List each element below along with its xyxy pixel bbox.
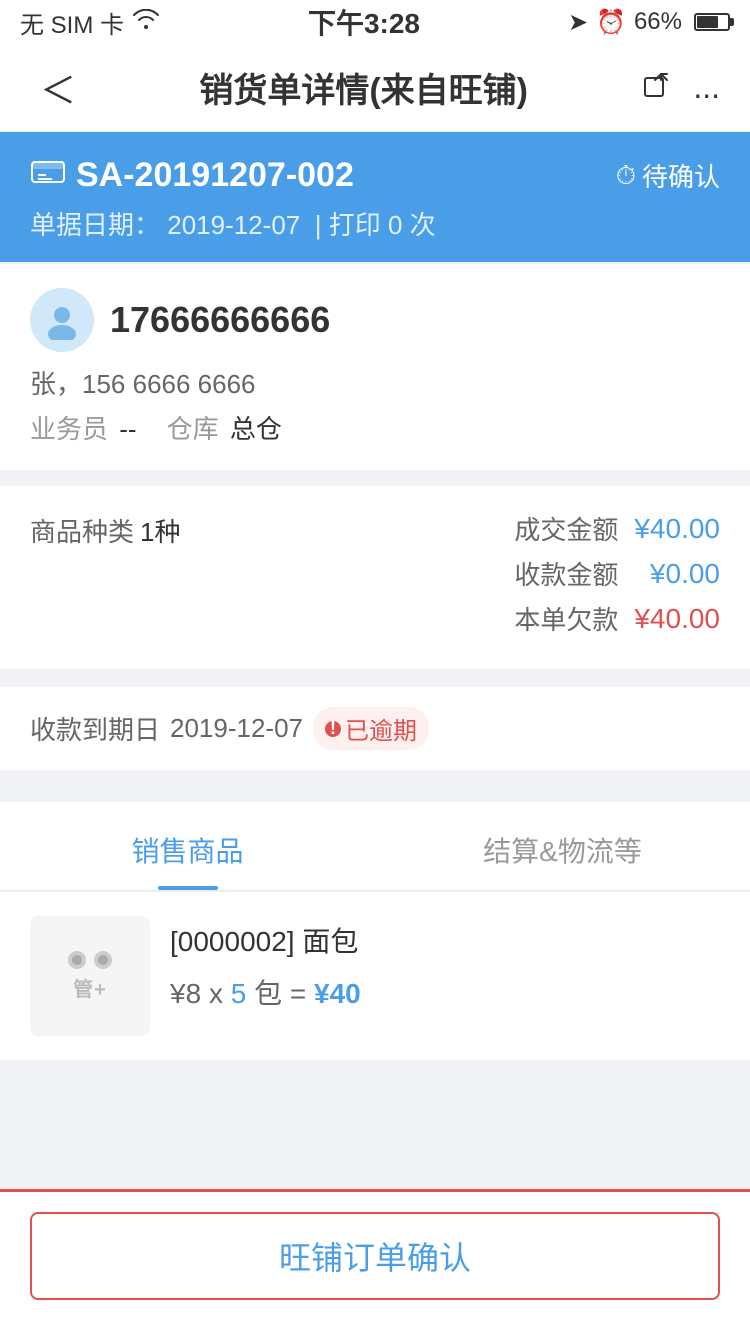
wifi-icon (132, 8, 160, 36)
customer-name: 张，156 6666 6666 (30, 364, 720, 401)
product-card: 管+ [0000002] 面包 ¥8 x 5 包 = ¥40 (0, 891, 750, 1060)
summary-right: 成交金额 ¥40.00 收款金额 ¥0.00 本单欠款 ¥40.00 (514, 510, 720, 645)
deal-amount: ¥40.00 (634, 513, 720, 545)
sales-value: -- (119, 414, 136, 444)
product-unit: 包 (254, 978, 282, 1009)
payment-label: 收款金额 (514, 555, 618, 592)
summary-card: 商品种类 1种 成交金额 ¥40.00 收款金额 ¥0.00 本单欠款 ¥40.… (0, 486, 750, 669)
order-date-row: 单据日期： 2019-12-07 | 打印 0 次 (30, 205, 720, 242)
status-bar: 无 SIM 卡 下午3:28 ➤ ⏰ 66% (0, 0, 750, 44)
order-status: ⏱ 待确认 (616, 157, 720, 194)
equals-sign: = (290, 978, 314, 1009)
confirm-order-button[interactable]: 旺铺订单确认 (30, 1212, 720, 1300)
product-total: ¥40 (314, 978, 361, 1009)
order-status-text: 待确认 (642, 157, 720, 194)
owed-amount: ¥40.00 (634, 603, 720, 635)
due-date-label: 收款到期日 (30, 710, 160, 747)
owl-right-eye (94, 951, 112, 969)
warehouse-value: 总仓 (230, 414, 282, 444)
print-info: | 打印 0 次 (307, 210, 435, 240)
order-header: SA-20191207-002 ⏱ 待确认 单据日期： 2019-12-07 |… (0, 132, 750, 262)
warehouse-label: 仓库 (167, 414, 219, 444)
clock-icon: ⏱ (616, 160, 636, 192)
overdue-icon: ! (325, 721, 341, 737)
product-unit-price: ¥8 (170, 978, 201, 1009)
tab-settlement[interactable]: 结算&物流等 (375, 802, 750, 890)
share-icon[interactable] (641, 68, 673, 108)
customer-card: 17666666666 张，156 6666 6666 业务员 -- 仓库 总仓 (0, 264, 750, 470)
bottom-btn-container: 旺铺订单确认 (0, 1189, 750, 1334)
order-number-row: SA-20191207-002 (30, 156, 354, 195)
product-info: [0000002] 面包 ¥8 x 5 包 = ¥40 (170, 916, 720, 1012)
battery-percent: 66% (634, 8, 682, 36)
back-button[interactable]: ＜ (30, 52, 86, 124)
due-date-card: 收款到期日 2019-12-07 ! 已逾期 (0, 687, 750, 770)
tabs-container: 销售商品 结算&物流等 (0, 802, 750, 891)
product-image: 管+ (30, 916, 150, 1036)
location-icon: ➤ (568, 8, 588, 37)
order-number-text: SA-20191207-002 (76, 156, 354, 195)
product-type-label: 商品种类 (30, 512, 134, 549)
sales-label: 业务员 (30, 414, 108, 444)
order-icon (30, 156, 66, 195)
more-icon[interactable]: ... (693, 69, 720, 106)
owl-left-eye (68, 951, 86, 969)
status-left: 无 SIM 卡 (20, 5, 160, 40)
payment-amount: ¥0.00 (650, 558, 720, 590)
overdue-badge: ! 已逾期 (313, 707, 429, 750)
nav-bar: ＜ 销货单详情(来自旺铺) ... (0, 44, 750, 132)
customer-phone: 17666666666 (110, 299, 330, 341)
customer-meta: 业务员 -- 仓库 总仓 (30, 409, 720, 446)
product-qty: 5 (231, 978, 247, 1009)
due-date-value: 2019-12-07 (170, 713, 303, 744)
battery-icon (694, 13, 730, 31)
nav-actions: ... (641, 68, 720, 108)
carrier-text: 无 SIM 卡 (20, 5, 124, 40)
page-title: 销货单详情(来自旺铺) (199, 63, 528, 112)
product-name: [0000002] 面包 (170, 920, 720, 960)
date-label: 单据日期： (30, 210, 160, 240)
owed-label: 本单欠款 (514, 600, 618, 637)
owl-logo-text: 管+ (73, 973, 107, 1002)
order-date: 2019-12-07 (167, 210, 300, 240)
product-price-row: ¥8 x 5 包 = ¥40 (170, 972, 720, 1012)
status-time: 下午3:28 (308, 2, 420, 42)
tab-sales-products[interactable]: 销售商品 (0, 802, 375, 890)
product-code: [0000002] (170, 926, 295, 957)
avatar (30, 288, 94, 352)
overdue-text: 已逾期 (345, 711, 417, 746)
product-name-text: 面包 (302, 926, 358, 957)
alarm-icon: ⏰ (596, 8, 626, 37)
summary-left: 商品种类 1种 (30, 510, 180, 549)
product-type-value: 1种 (140, 512, 180, 549)
divider-1 (0, 470, 750, 486)
deal-amount-label: 成交金额 (514, 510, 618, 547)
divider-2 (0, 669, 750, 685)
divider-3 (0, 770, 750, 786)
status-right: ➤ ⏰ 66% (568, 8, 730, 37)
multiply-sign: x (209, 978, 231, 1009)
